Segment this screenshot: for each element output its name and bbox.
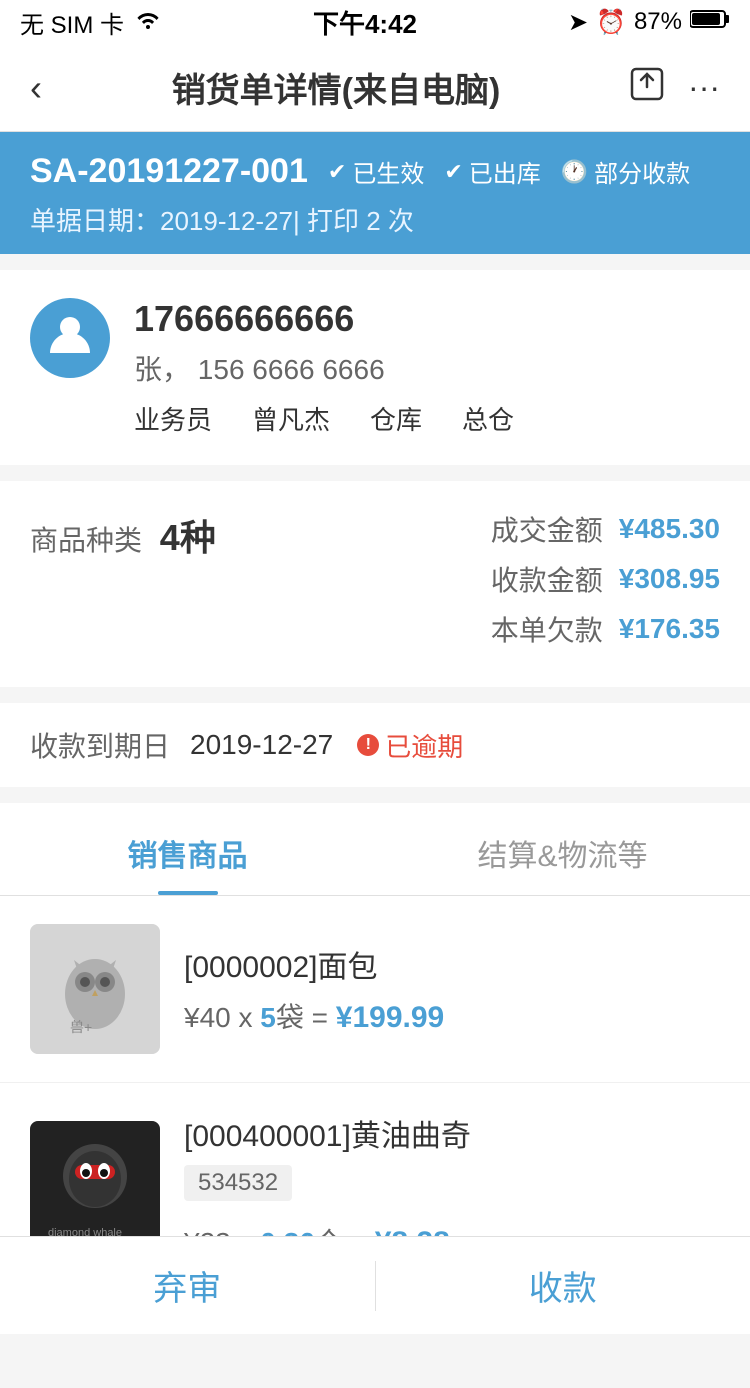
transaction-label: 成交金额 (491, 509, 603, 549)
stat-financials: 成交金额 ¥485.30 收款金额 ¥308.95 本单欠款 ¥176.35 (491, 509, 720, 659)
checkmark-icon1: ✔ (328, 159, 346, 185)
customer-meta: 业务员 曾凡杰 仓库 总仓 (134, 400, 720, 437)
clock-icon: 🕐 (561, 159, 588, 185)
due-label: 收款到期日 (30, 725, 170, 765)
product-price-1: ¥40 x 5袋 = ¥199.99 (184, 996, 720, 1036)
svg-text:兽+: 兽+ (70, 1019, 92, 1035)
product-thumbnail-2: diamond whale (30, 1121, 160, 1251)
transaction-value: ¥485.30 (619, 513, 720, 545)
wifi-icon (134, 8, 162, 36)
received-value: ¥308.95 (619, 563, 720, 595)
nav-actions: ··· (630, 67, 720, 109)
battery-text: 87% (634, 8, 682, 36)
date-value: 2019-12-27 (160, 206, 293, 236)
debt-value: ¥176.35 (619, 613, 720, 645)
stat-debt: 本单欠款 ¥176.35 (491, 609, 720, 649)
badge-partial: 🕐 部分收款 (561, 154, 690, 189)
tab-settlement-logistics[interactable]: 结算&物流等 (375, 803, 750, 895)
overdue-icon: ! (357, 734, 379, 756)
status-right: ➤ ⏰ 87% (568, 8, 730, 37)
collect-payment-button[interactable]: 收款 (376, 1241, 750, 1330)
more-icon[interactable]: ··· (688, 69, 720, 106)
checkmark-icon2: ✔ (444, 159, 462, 185)
bottom-action-bar: 弃审 收款 (0, 1236, 750, 1334)
quantity-1: 5 (260, 1002, 276, 1033)
tab-sales-products[interactable]: 销售商品 (0, 803, 375, 895)
stat-received: 收款金额 ¥308.95 (491, 559, 720, 599)
product-info-1: [0000002]面包 ¥40 x 5袋 = ¥199.99 (184, 942, 720, 1036)
banner-row1: SA-20191227-001 ✔ 已生效 ✔ 已出库 🕐 部分收款 (30, 152, 720, 191)
product-batch-2: 534532 (184, 1165, 292, 1201)
price-base-1: ¥40 (184, 1002, 231, 1033)
order-id: SA-20191227-001 (30, 152, 308, 191)
salesman-value: 曾凡杰 (252, 400, 330, 437)
cancel-audit-button[interactable]: 弃审 (0, 1241, 375, 1330)
customer-info: 17666666666 张， 156 6666 6666 业务员 曾凡杰 仓库 … (134, 298, 720, 437)
location-icon: ➤ (568, 8, 588, 37)
banner-date-row: 单据日期：2019-12-27| 打印 2 次 (30, 201, 720, 238)
user-icon (46, 309, 94, 368)
overdue-badge: ! 已逾期 (357, 727, 463, 764)
date-label: 单据日期： (30, 206, 160, 236)
overdue-text: 已逾期 (385, 727, 463, 764)
status-bar: 无 SIM 卡 下午4:42 ➤ ⏰ 87% (0, 0, 750, 44)
nav-bar: ‹ 销货单详情(来自电脑) ··· (0, 44, 750, 132)
avatar (30, 298, 110, 378)
due-date-value: 2019-12-27 (190, 729, 333, 761)
battery-icon (690, 8, 730, 36)
stats-section: 商品种类 4种 成交金额 ¥485.30 收款金额 ¥308.95 本单欠款 ¥… (0, 481, 750, 687)
status-time: 下午4:42 (313, 4, 417, 41)
page-title: 销货单详情(来自电脑) (172, 63, 501, 112)
received-label: 收款金额 (491, 559, 603, 599)
tabs-section: 销售商品 结算&物流等 (0, 803, 750, 896)
badge-shipped: ✔ 已出库 (444, 154, 540, 189)
product-name-1: [0000002]面包 (184, 942, 720, 986)
total-1: ¥199.99 (336, 1001, 444, 1034)
customer-id: 17666666666 (134, 298, 720, 340)
stat-product-type: 商品种类 4种 (30, 509, 216, 561)
customer-section: 17666666666 张， 156 6666 6666 业务员 曾凡杰 仓库 … (0, 270, 750, 465)
alarm-icon: ⏰ (596, 8, 626, 37)
warehouse-label: 仓库 (370, 400, 422, 437)
warehouse-value: 总仓 (462, 400, 514, 437)
share-icon[interactable] (630, 67, 664, 109)
separator-1: = (312, 1002, 336, 1033)
stat-transaction: 成交金额 ¥485.30 (491, 509, 720, 549)
carrier-text: 无 SIM 卡 (20, 5, 124, 40)
header-banner: SA-20191227-001 ✔ 已生效 ✔ 已出库 🕐 部分收款 单据日期：… (0, 132, 750, 254)
back-button[interactable]: ‹ (30, 67, 42, 109)
product-type-label: 商品种类 (30, 525, 142, 556)
status-left: 无 SIM 卡 (20, 5, 162, 40)
due-date-section: 收款到期日 2019-12-27 ! 已逾期 (0, 703, 750, 787)
product-item: 兽+ [0000002]面包 ¥40 x 5袋 = ¥199.99 (0, 896, 750, 1083)
product-thumbnail-1: 兽+ (30, 924, 160, 1054)
debt-label: 本单欠款 (491, 609, 603, 649)
unit-1: 袋 (276, 1002, 304, 1033)
product-type-value: 4种 (160, 517, 216, 558)
salesman-label: 业务员 (134, 400, 212, 437)
products-section: 兽+ [0000002]面包 ¥40 x 5袋 = ¥199.99 (0, 896, 750, 1290)
badge-active: ✔ 已生效 (328, 154, 424, 189)
product-name-2: [000400001]黄油曲奇 (184, 1111, 720, 1155)
print-info: | 打印 2 次 (293, 206, 414, 236)
price-x-1: x (239, 1002, 261, 1033)
customer-name-phone: 张， 156 6666 6666 (134, 348, 720, 388)
